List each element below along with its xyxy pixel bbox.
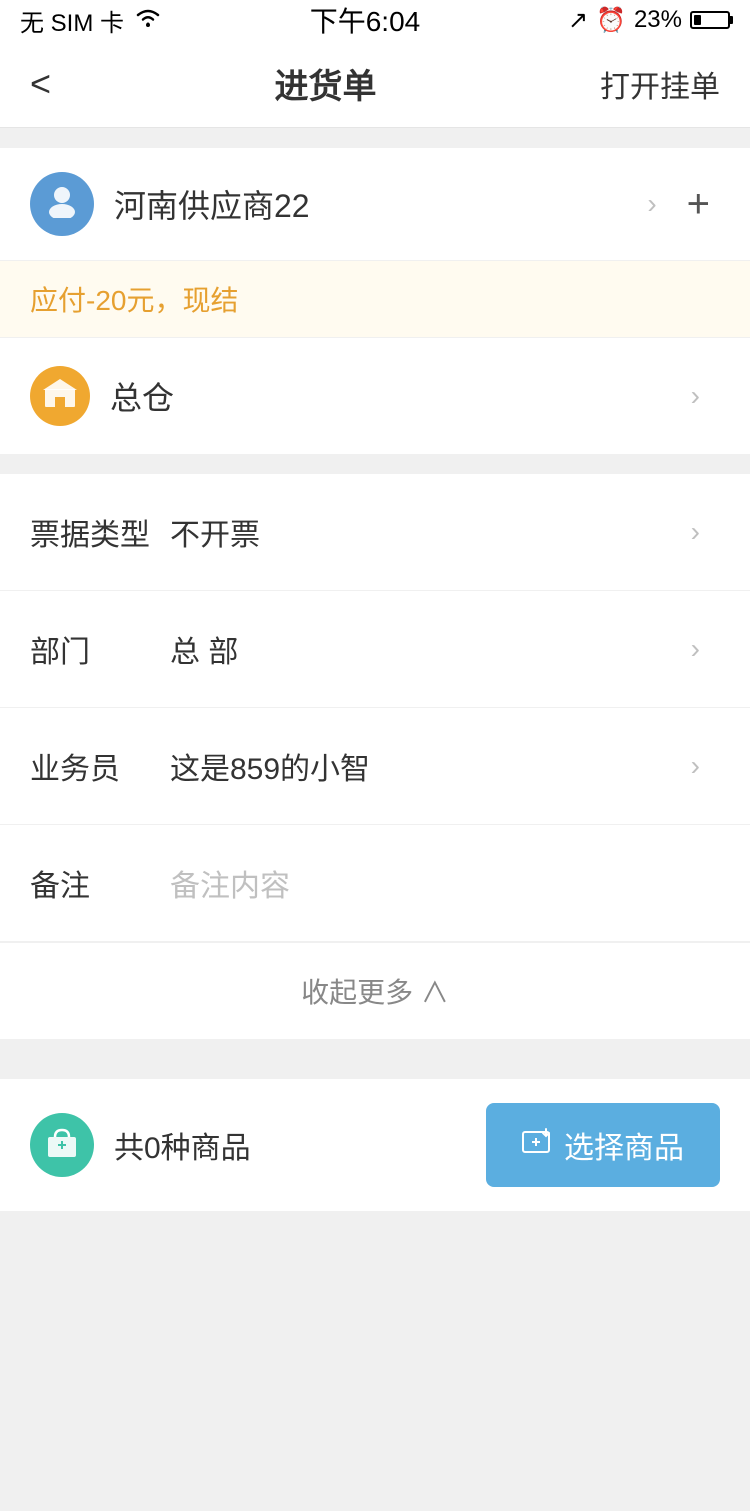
- add-supplier-button[interactable]: +: [677, 182, 720, 227]
- battery-percent: 23%: [634, 6, 682, 34]
- supplier-row: 河南供应商22 › +: [0, 148, 750, 261]
- warehouse-icon: [43, 377, 77, 415]
- remark-input[interactable]: 备注内容: [170, 861, 720, 905]
- invoice-type-chevron-icon: ›: [691, 516, 700, 548]
- section-gap-1: [0, 128, 750, 148]
- select-product-label: 选择商品: [564, 1123, 684, 1167]
- select-btn-icon: [522, 1127, 554, 1164]
- status-bar: 无 SIM 卡 下午6:04 ↗ ⏰ 23%: [0, 0, 750, 40]
- status-left: 无 SIM 卡: [20, 3, 162, 38]
- invoice-type-value: 不开票: [170, 510, 691, 554]
- supplier-avatar: [30, 172, 94, 236]
- supplier-section: 河南供应商22 › + 应付-20元，现结: [0, 148, 750, 337]
- open-pending-button[interactable]: 打开挂单: [600, 62, 720, 106]
- collapse-label: 收起更多 ∧: [301, 971, 449, 1011]
- collapse-button[interactable]: 收起更多 ∧: [0, 942, 750, 1039]
- page-title: 进货单: [275, 59, 377, 108]
- section-gap-2: [0, 1039, 750, 1059]
- department-value: 总 部: [170, 627, 691, 671]
- supplier-name[interactable]: 河南供应商22: [114, 181, 647, 227]
- battery-icon: [690, 11, 730, 29]
- product-count-text: 共0种商品: [114, 1123, 486, 1167]
- salesman-value: 这是859的小智: [170, 744, 691, 788]
- warehouse-icon-circle: [30, 366, 90, 426]
- status-time: 下午6:04: [310, 0, 421, 40]
- warehouse-name: 总仓: [110, 373, 691, 419]
- notice-banner: 应付-20元，现结: [0, 261, 750, 337]
- nav-bar: < 进货单 打开挂单: [0, 40, 750, 128]
- warehouse-chevron-icon: ›: [691, 380, 700, 412]
- salesman-chevron-icon: ›: [691, 750, 700, 782]
- status-right: ↗ ⏰ 23%: [568, 6, 730, 35]
- wifi-icon: [134, 6, 162, 35]
- invoice-type-label: 票据类型: [30, 510, 170, 554]
- form-section: 票据类型 不开票 › 部门 总 部 › 业务员 这是859的小智 › 备注 备注…: [0, 474, 750, 1039]
- product-icon-circle: [30, 1113, 94, 1177]
- product-bag-icon: [44, 1125, 80, 1166]
- department-label: 部门: [30, 627, 170, 671]
- remark-row[interactable]: 备注 备注内容: [0, 825, 750, 942]
- department-chevron-icon: ›: [691, 633, 700, 665]
- page-background: [0, 1211, 750, 1511]
- remark-label: 备注: [30, 861, 170, 905]
- salesman-label: 业务员: [30, 744, 170, 788]
- select-product-button[interactable]: 选择商品: [486, 1103, 720, 1187]
- warehouse-row[interactable]: 总仓 ›: [0, 337, 750, 454]
- invoice-type-row[interactable]: 票据类型 不开票 ›: [0, 474, 750, 591]
- notice-text: 应付-20元，现结: [30, 285, 238, 316]
- alarm-icon: ⏰: [596, 6, 626, 35]
- avatar-icon: [44, 182, 80, 226]
- carrier-text: 无 SIM 卡: [20, 3, 124, 38]
- salesman-row[interactable]: 业务员 这是859的小智 ›: [0, 708, 750, 825]
- product-section: 共0种商品 选择商品: [0, 1079, 750, 1211]
- location-icon: ↗: [568, 6, 588, 35]
- back-button[interactable]: <: [30, 63, 51, 105]
- department-row[interactable]: 部门 总 部 ›: [0, 591, 750, 708]
- supplier-chevron-icon: ›: [647, 188, 656, 220]
